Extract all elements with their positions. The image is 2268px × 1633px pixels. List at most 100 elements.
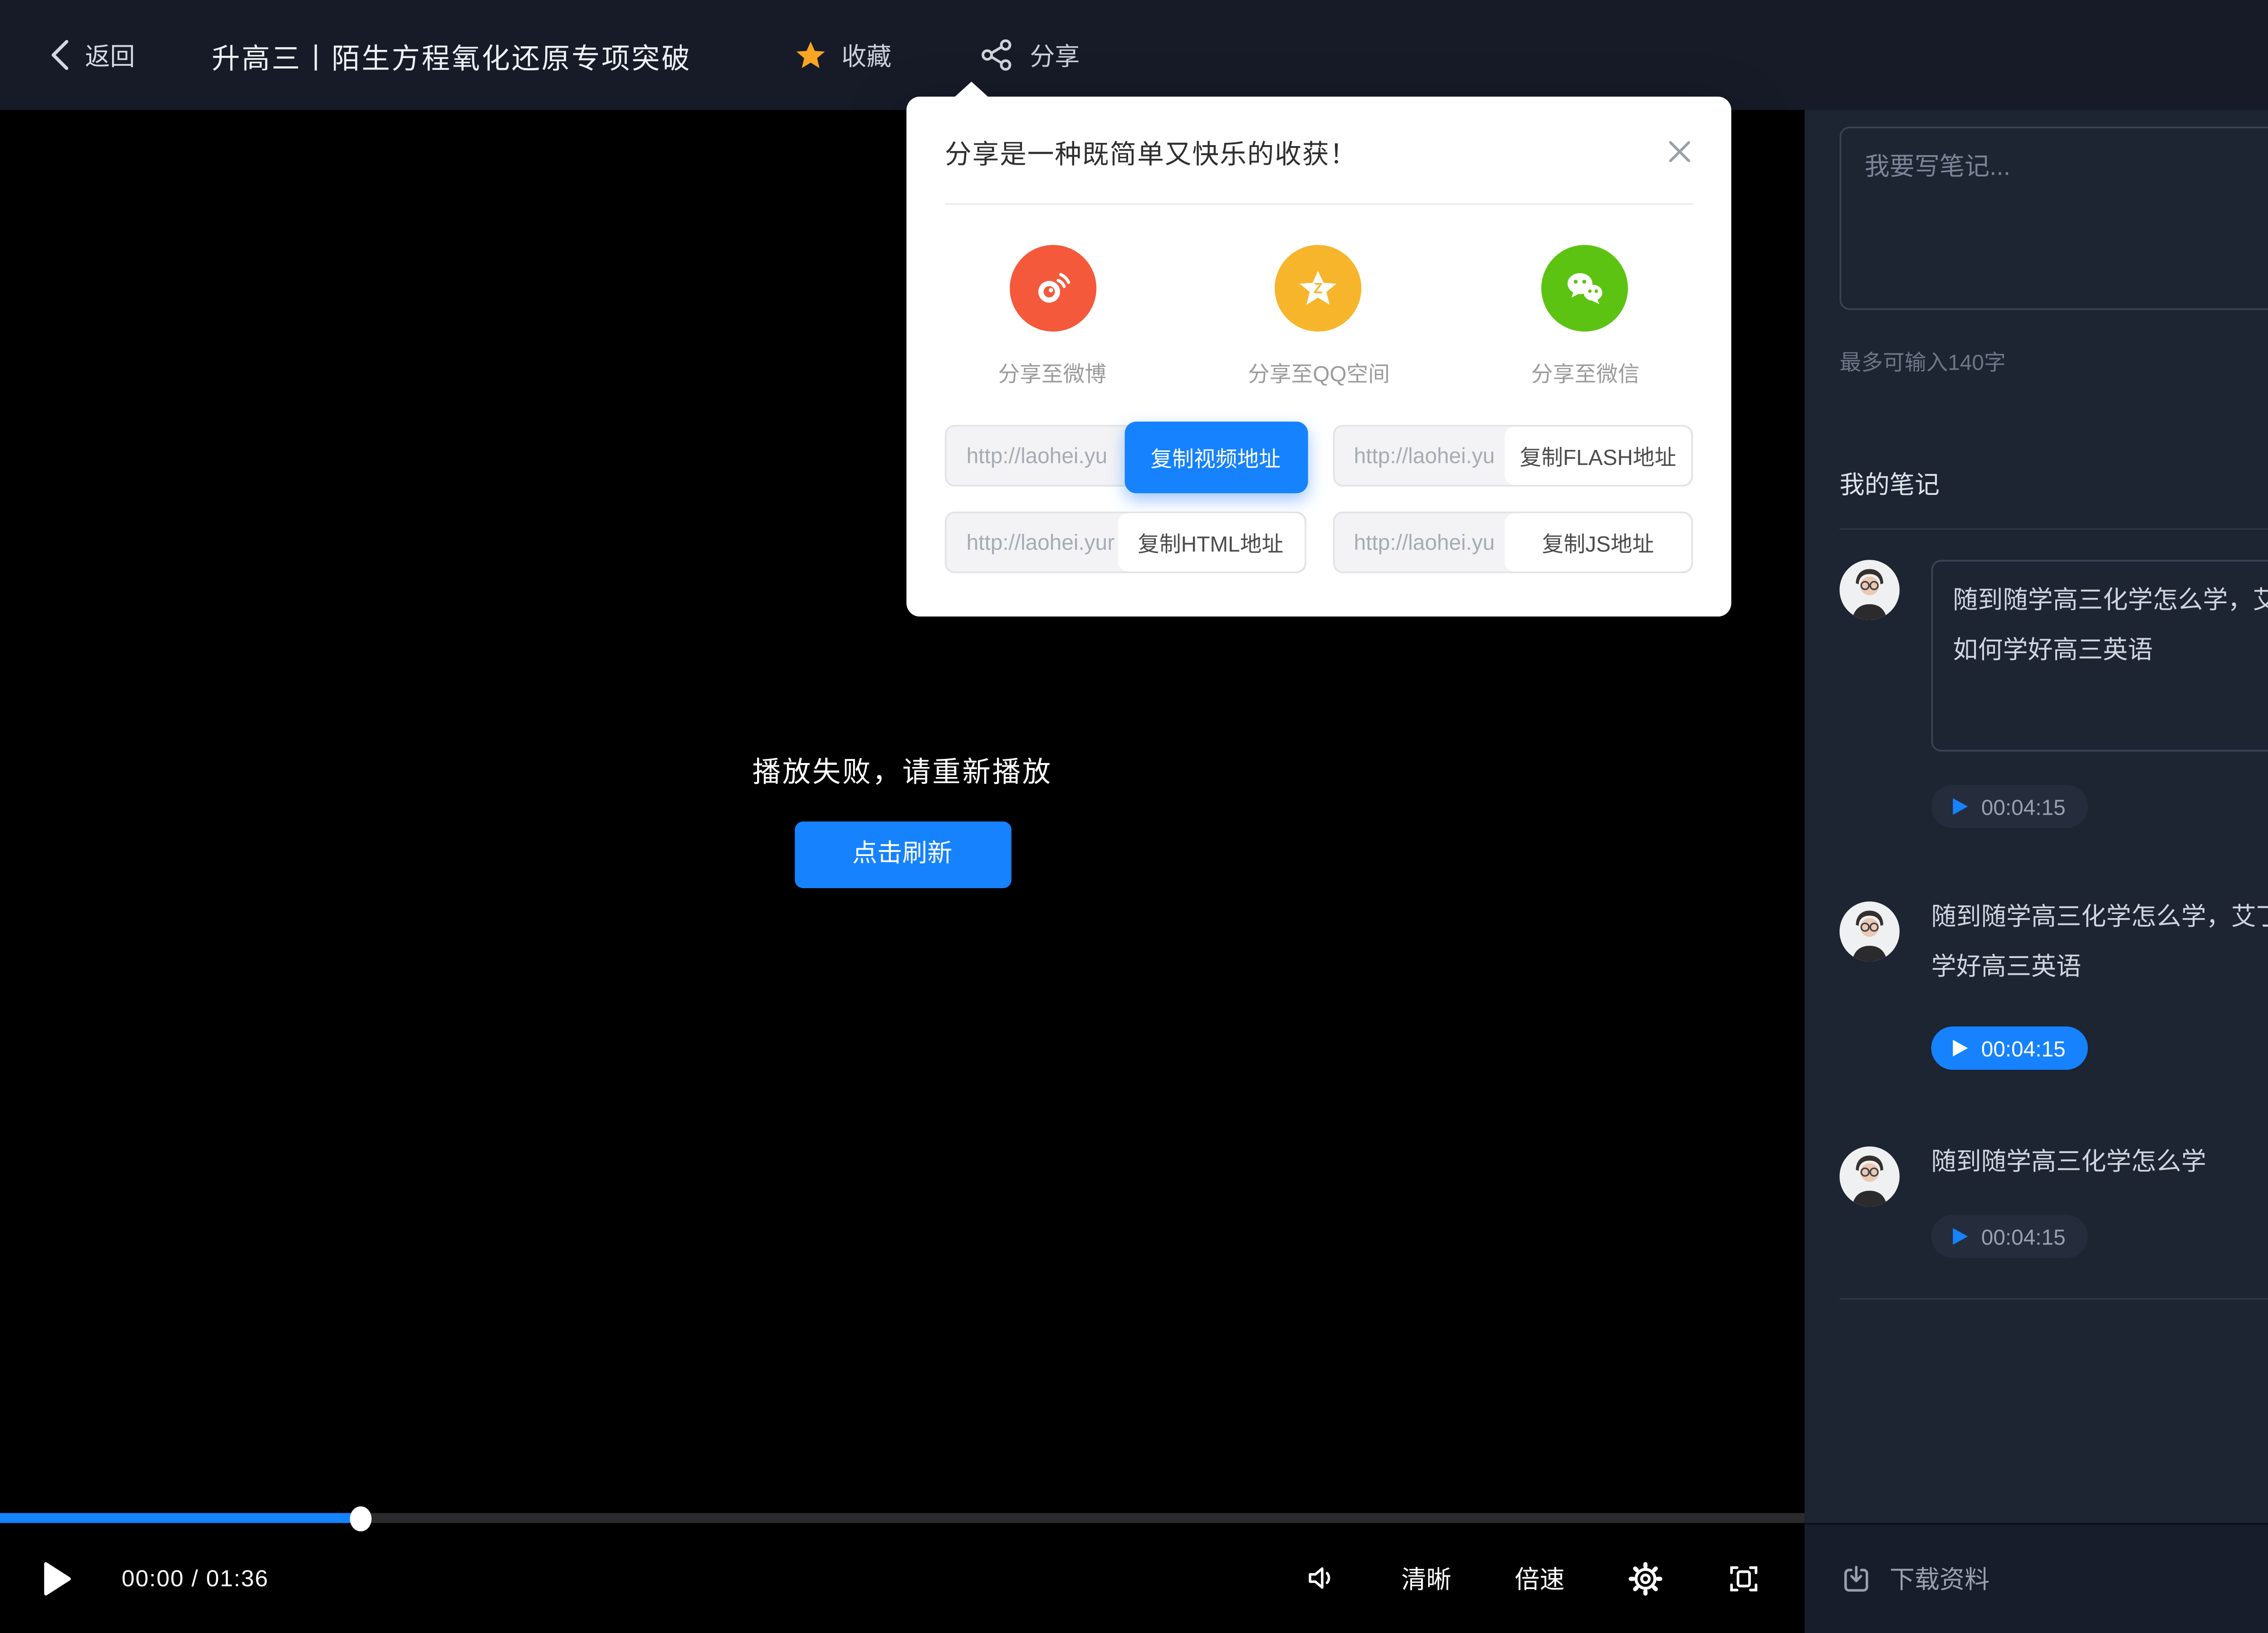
close-icon — [1669, 141, 1690, 162]
share-target-label: 分享至QQ空间 — [1247, 362, 1390, 387]
note-footer: 00:04:15 编辑 删除 — [1931, 1026, 2268, 1070]
quality-button[interactable]: 清晰 — [1401, 1560, 1451, 1595]
note-avatar — [1839, 560, 1900, 620]
weibo-icon — [1009, 244, 1096, 332]
js-url-field[interactable]: http://laohei.yu 复制JS地址 — [1332, 511, 1693, 573]
refresh-button[interactable]: 点击刷新 — [794, 821, 1011, 888]
back-chevron-icon — [51, 40, 68, 70]
my-notes-title: 我的笔记 — [1839, 471, 1940, 500]
share-target-label: 分享至微信 — [1531, 362, 1640, 387]
notes-panel: 最多可输入140字 我要提交 我的笔记 — [1804, 110, 2268, 1633]
copy-html-url-button[interactable]: 复制HTML地址 — [1117, 513, 1304, 572]
divider — [1839, 528, 2268, 530]
char-limit-hint: 最多可输入140字 — [1839, 349, 2006, 374]
share-to-weibo[interactable]: 分享至微博 — [998, 244, 1107, 388]
modal-arrow — [953, 81, 990, 98]
note-avatar — [1839, 901, 1900, 962]
note-input[interactable] — [1839, 127, 2268, 310]
share-to-qzone[interactable]: Z 分享至QQ空间 — [1247, 244, 1390, 388]
url-text: http://laohei.yu — [1354, 530, 1495, 555]
play-icon — [1953, 1228, 1968, 1245]
share-targets: 分享至微博 Z 分享至QQ空间 分享至微信 — [945, 244, 1693, 388]
video-url-field[interactable]: http://laohei.yu 复制视频地址 — [944, 421, 1307, 494]
note-avatar-image — [1839, 560, 1900, 620]
settings-button[interactable] — [1628, 1560, 1663, 1595]
note-item: 随到随学高三化学怎么学，艾丁老师告诉你如何学好高三英语 00:04:15 编辑 … — [1839, 901, 2268, 1070]
note-timestamp: 00:04:15 — [1981, 794, 2066, 819]
back-button[interactable]: 返回 — [50, 38, 135, 73]
share-url-grid: http://laohei.yu 复制视频地址 http://laohei.yu… — [944, 421, 1693, 573]
note-timestamp-chip[interactable]: 00:04:15 — [1931, 1026, 2087, 1070]
volume-icon — [1309, 1567, 1330, 1589]
fullscreen-button[interactable] — [1726, 1560, 1761, 1595]
download-label: 下载资料 — [1889, 1566, 1990, 1595]
note-timestamp-chip[interactable]: 00:04:15 — [1931, 785, 2087, 828]
qzone-icon: Z — [1275, 244, 1363, 332]
note-footer: 00:04:15 取消 保存 — [1931, 785, 2268, 828]
back-label: 返回 — [85, 42, 135, 71]
note-timestamp: 00:04:15 — [1981, 1224, 2066, 1249]
share-button[interactable]: 分享 — [978, 37, 1080, 73]
note-avatar-image — [1839, 1146, 1900, 1207]
note-body: 随到随学高三化学怎么学，艾丁老师告诉你如何学好高三英语 00:04:15 编辑 … — [1931, 901, 2268, 1070]
note-body: 随到随学高三化学怎么学，艾丁老师告诉你如何学好高三英语 00:04:15 取消 … — [1931, 560, 2268, 828]
time-display: 00:00 / 01:36 — [122, 1565, 269, 1592]
share-to-wechat[interactable]: 分享至微信 — [1531, 244, 1640, 388]
note-text: 随到随学高三化学怎么学 — [1931, 1148, 2206, 1177]
note-footer: 00:04:15 — [1931, 1214, 2268, 1258]
player-control-bar: 00:00 / 01:36 清晰 倍速 — [0, 1506, 1805, 1633]
url-text: http://laohei.yu — [1354, 443, 1495, 469]
svg-text:Z: Z — [1315, 280, 1324, 297]
note-body: 随到随学高三化学怎么学 00:04:15 — [1931, 1146, 2268, 1258]
panel-footer-bar: 下载资料 已学完 — [1804, 1523, 2268, 1633]
share-label: 分享 — [1030, 42, 1080, 71]
speed-button[interactable]: 倍速 — [1515, 1560, 1564, 1595]
share-target-label: 分享至微博 — [998, 362, 1107, 387]
player-controls: 00:00 / 01:36 清晰 倍速 — [0, 1523, 1804, 1633]
player-controls-right: 清晰 倍速 — [1305, 1560, 1761, 1595]
settings-gear-icon — [1628, 1561, 1662, 1595]
favorite-button[interactable]: 收藏 — [795, 38, 891, 73]
note-input-footer: 最多可输入140字 我要提交 — [1840, 330, 2268, 390]
top-bar: 返回 升高三丨陌生方程氧化还原专项突破 收藏 分享 — [0, 0, 2268, 110]
note-timestamp: 00:04:15 — [1981, 1036, 2066, 1061]
playback-error-text: 播放失败，请重新播放 — [752, 756, 1052, 788]
divider — [1839, 1298, 2268, 1300]
note-item: 随到随学高三化学怎么学 00:04:15 — [1839, 1146, 2268, 1258]
copy-js-url-button[interactable]: 复制JS地址 — [1505, 513, 1691, 572]
progress-fill — [0, 1513, 361, 1523]
play-icon — [1953, 1040, 1968, 1056]
playback-error-block: 播放失败，请重新播放 点击刷新 — [0, 748, 1804, 888]
html-url-field[interactable]: http://laohei.yur 复制HTML地址 — [944, 511, 1306, 573]
note-item-editing: 随到随学高三化学怎么学，艾丁老师告诉你如何学好高三英语 00:04:15 取消 … — [1839, 560, 2268, 828]
share-modal-title: 分享是一种既简单又快乐的收获！ — [944, 142, 1358, 170]
copy-video-url-button[interactable]: 复制视频地址 — [1124, 421, 1307, 494]
download-materials-button[interactable]: 下载资料 — [1840, 1561, 1990, 1596]
note-timestamp-chip[interactable]: 00:04:15 — [1931, 1214, 2087, 1258]
copy-flash-url-button[interactable]: 复制FLASH地址 — [1505, 426, 1691, 485]
note-avatar-image — [1839, 901, 1900, 962]
share-modal: 分享是一种既简单又快乐的收获！ 分享至微博 Z 分享至QQ空间 分享至微信 ht… — [906, 81, 1731, 617]
flash-url-field[interactable]: http://laohei.yu 复制FLASH地址 — [1332, 425, 1693, 487]
favorite-label: 收藏 — [841, 42, 892, 71]
play-icon — [44, 1561, 71, 1595]
note-avatar — [1839, 1146, 1900, 1207]
url-text: http://laohei.yu — [966, 443, 1108, 469]
fullscreen-icon — [1730, 1565, 1758, 1591]
share-modal-header: 分享是一种既简单又快乐的收获！ — [945, 97, 1693, 171]
star-icon — [796, 40, 825, 68]
note-text: 随到随学高三化学怎么学，艾丁老师告诉你如何学好高三英语 — [1931, 903, 2268, 982]
url-text: http://laohei.yur — [966, 530, 1115, 555]
wechat-icon — [1542, 244, 1629, 332]
download-icon — [1844, 1565, 1868, 1591]
app-window: 返回 升高三丨陌生方程氧化还原专项突破 收藏 分享 播放失败，请重新播放 点击刷… — [0, 0, 2268, 1633]
note-edit-box[interactable]: 随到随学高三化学怎么学，艾丁老师告诉你如何学好高三英语 — [1931, 560, 2268, 752]
share-nodes-icon — [982, 39, 1012, 71]
divider — [944, 203, 1693, 205]
close-button[interactable] — [1666, 138, 1693, 165]
volume-button[interactable] — [1305, 1561, 1338, 1594]
play-button[interactable] — [44, 1560, 72, 1595]
page-title: 升高三丨陌生方程氧化还原专项突破 — [211, 42, 692, 74]
play-icon — [1953, 798, 1968, 815]
progress-bar[interactable] — [0, 1506, 1805, 1531]
